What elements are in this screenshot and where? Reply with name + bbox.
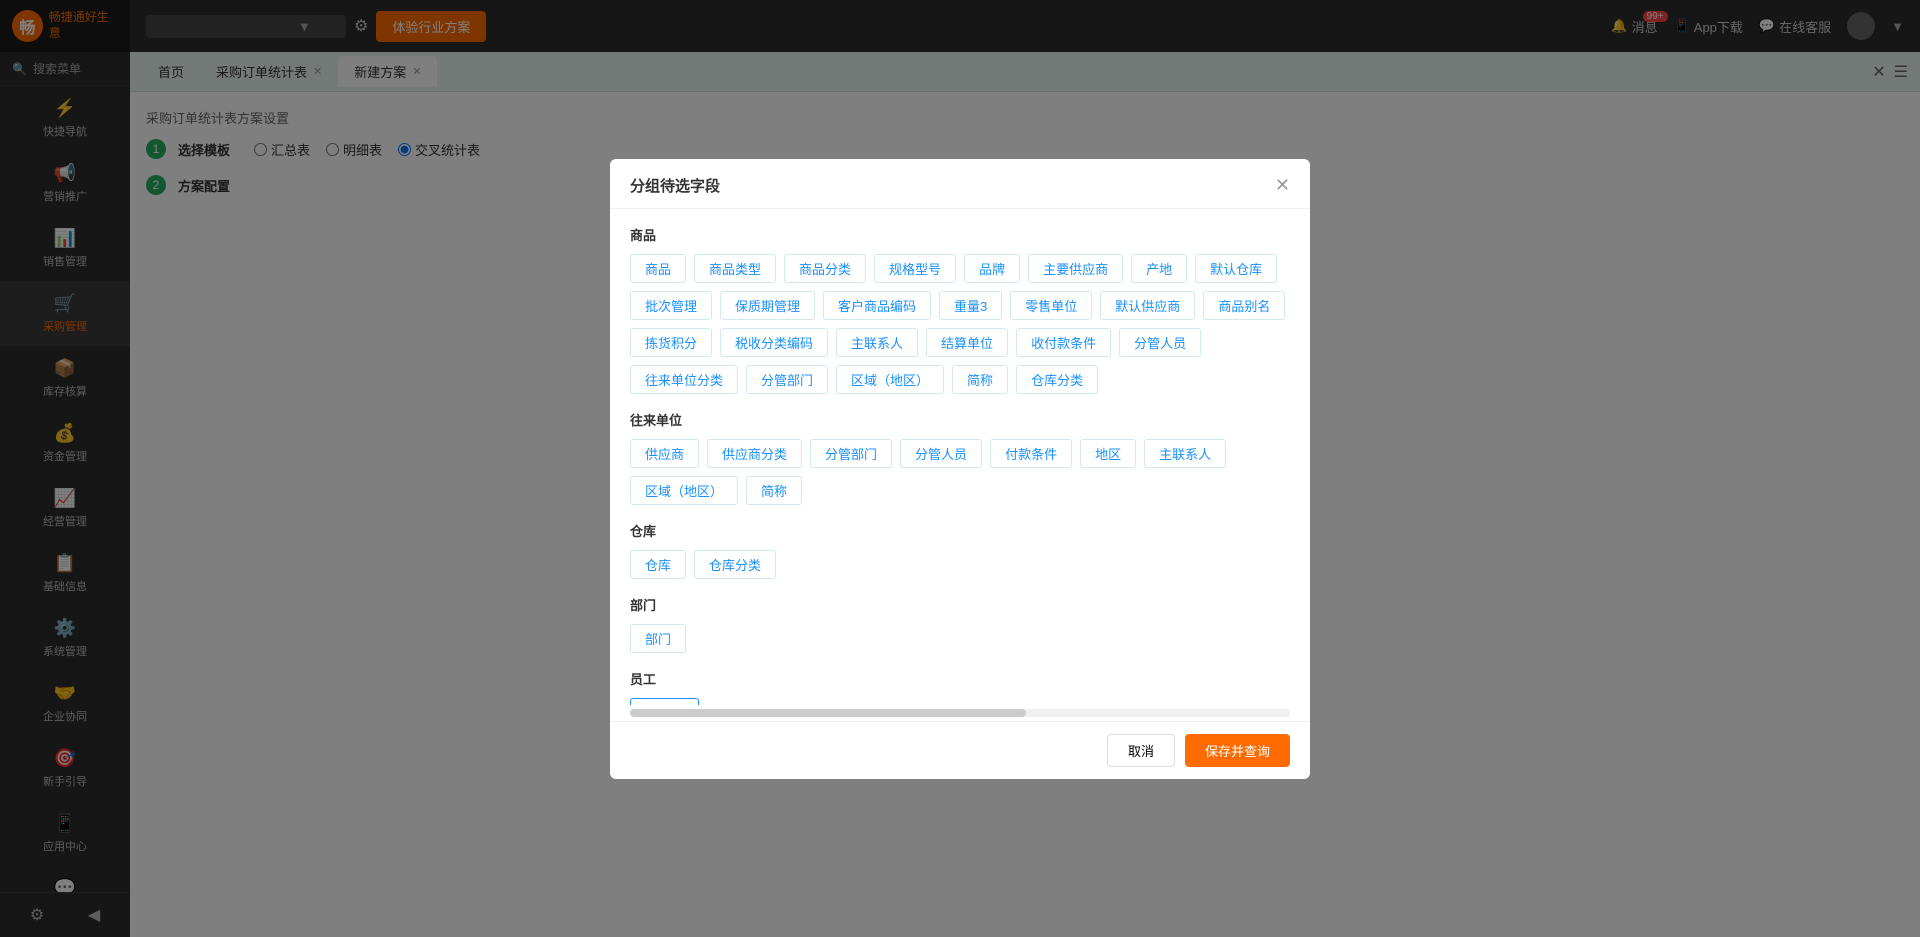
field-chip-staff[interactable]: 业务员 (630, 698, 699, 705)
field-chip[interactable]: 商品 (630, 254, 686, 283)
modal-scrollbar-area (610, 705, 1310, 721)
modal-save-button[interactable]: 保存并查询 (1185, 734, 1290, 767)
field-chip[interactable]: 品牌 (964, 254, 1020, 283)
field-chip[interactable]: 批次管理 (630, 291, 712, 320)
field-chip[interactable]: 结算单位 (926, 328, 1008, 357)
field-chip[interactable]: 税收分类编码 (720, 328, 828, 357)
field-chip[interactable]: 简称 (746, 476, 802, 505)
section-partner-title: 往来单位 (630, 410, 1290, 429)
field-chip[interactable]: 分管部门 (810, 439, 892, 468)
field-chip[interactable]: 零售单位 (1010, 291, 1092, 320)
field-chip[interactable]: 保质期管理 (720, 291, 815, 320)
field-chip[interactable]: 客户商品编码 (823, 291, 931, 320)
modal-cancel-button[interactable]: 取消 (1107, 734, 1175, 767)
section-staff: 员工 业务员 (630, 669, 1290, 705)
field-chip[interactable]: 商品别名 (1203, 291, 1285, 320)
field-chip[interactable]: 分管人员 (1119, 328, 1201, 357)
section-warehouse: 仓库 仓库 仓库分类 (630, 521, 1290, 579)
modal-header: 分组待选字段 ✕ (610, 159, 1310, 209)
field-chip[interactable]: 简称 (952, 365, 1008, 394)
field-chip[interactable]: 仓库分类 (694, 550, 776, 579)
section-goods-title: 商品 (630, 225, 1290, 244)
field-chip[interactable]: 收付款条件 (1016, 328, 1111, 357)
modal-body[interactable]: 商品 商品 商品类型 商品分类 规格型号 品牌 主要供应商 产地 默认仓库 批次… (610, 209, 1310, 705)
modal-footer: 取消 保存并查询 (610, 721, 1310, 779)
field-chip[interactable]: 拣货积分 (630, 328, 712, 357)
field-chip[interactable]: 仓库 (630, 550, 686, 579)
section-staff-title: 员工 (630, 669, 1290, 688)
warehouse-field-grid: 仓库 仓库分类 (630, 550, 1290, 579)
field-chip[interactable]: 区域（地区） (630, 476, 738, 505)
field-chip[interactable]: 仓库分类 (1016, 365, 1098, 394)
field-chip[interactable]: 付款条件 (990, 439, 1072, 468)
section-partner: 往来单位 供应商 供应商分类 分管部门 分管人员 付款条件 地区 主联系人 区域… (630, 410, 1290, 505)
field-chip[interactable]: 分管人员 (900, 439, 982, 468)
h-scrollbar-thumb[interactable] (630, 709, 1026, 717)
field-chip[interactable]: 往来单位分类 (630, 365, 738, 394)
field-chip[interactable]: 地区 (1080, 439, 1136, 468)
field-chip[interactable]: 主联系人 (1144, 439, 1226, 468)
field-chip[interactable]: 规格型号 (874, 254, 956, 283)
staff-field-grid: 业务员 (630, 698, 1290, 705)
field-chip[interactable]: 供应商分类 (707, 439, 802, 468)
field-chip[interactable]: 商品分类 (784, 254, 866, 283)
dept-field-grid: 部门 (630, 624, 1290, 653)
field-chip[interactable]: 分管部门 (746, 365, 828, 394)
field-chip[interactable]: 区域（地区） (836, 365, 944, 394)
modal-overlay: 分组待选字段 ✕ 商品 商品 商品类型 商品分类 规格型号 品牌 主要供应商 (0, 0, 1920, 937)
field-chip[interactable]: 默认供应商 (1100, 291, 1195, 320)
field-chip[interactable]: 重量3 (939, 291, 1002, 320)
section-warehouse-title: 仓库 (630, 521, 1290, 540)
field-chip[interactable]: 部门 (630, 624, 686, 653)
main-area: ▼ ⚙ 体验行业方案 🔔 消息 99+ 📱 App下载 💬 在线客服 (130, 0, 1920, 937)
section-goods: 商品 商品 商品类型 商品分类 规格型号 品牌 主要供应商 产地 默认仓库 批次… (630, 225, 1290, 394)
modal-title: 分组待选字段 (630, 175, 720, 196)
modal-dialog: 分组待选字段 ✕ 商品 商品 商品类型 商品分类 规格型号 品牌 主要供应商 (610, 159, 1310, 779)
field-chip[interactable]: 供应商 (630, 439, 699, 468)
field-chip[interactable]: 主联系人 (836, 328, 918, 357)
field-chip[interactable]: 产地 (1131, 254, 1187, 283)
field-chip[interactable]: 主要供应商 (1028, 254, 1123, 283)
field-chip[interactable]: 商品类型 (694, 254, 776, 283)
goods-field-grid: 商品 商品类型 商品分类 规格型号 品牌 主要供应商 产地 默认仓库 批次管理 … (630, 254, 1290, 394)
h-scrollbar-track[interactable] (630, 709, 1290, 717)
partner-field-grid: 供应商 供应商分类 分管部门 分管人员 付款条件 地区 主联系人 区域（地区） … (630, 439, 1290, 505)
app-container: 畅 畅捷通好生意 🔍 搜索菜单 ⚡ 快捷导航 📢 营销推广 📊 销售管理 🛒 采… (0, 0, 1920, 937)
field-chip[interactable]: 默认仓库 (1195, 254, 1277, 283)
section-dept-title: 部门 (630, 595, 1290, 614)
modal-close-icon[interactable]: ✕ (1275, 175, 1290, 196)
section-dept: 部门 部门 (630, 595, 1290, 653)
